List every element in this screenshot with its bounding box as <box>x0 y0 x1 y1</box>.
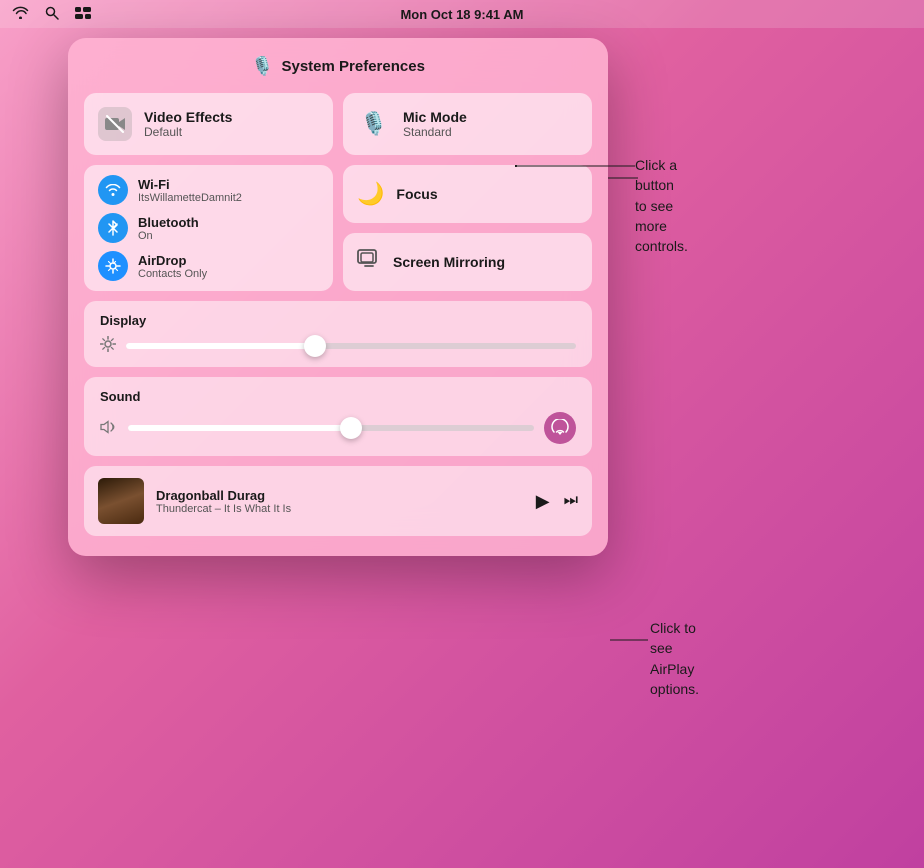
top-grid: Video Effects Default 🎙️ Mic Mode Standa… <box>84 93 592 155</box>
wifi-row[interactable]: Wi-Fi ItsWillametteDamnit2 <box>98 175 319 205</box>
brightness-low-icon <box>100 336 116 355</box>
video-effects-text: Video Effects Default <box>144 109 232 139</box>
middle-grid: Wi-Fi ItsWillametteDamnit2 Bluetooth On <box>84 165 592 291</box>
callout-2-text: Click to see AirPlay options. <box>650 618 699 699</box>
video-effects-title: Video Effects <box>144 109 232 125</box>
video-effects-tile[interactable]: Video Effects Default <box>84 93 333 155</box>
preferences-icon: 🎙️ <box>251 56 273 77</box>
airdrop-text: AirDrop Contacts Only <box>138 253 207 280</box>
wifi-title: Wi-Fi <box>138 177 242 192</box>
panel-title: System Preferences <box>281 58 424 75</box>
controlcenter-menu-icon[interactable] <box>75 6 91 22</box>
mic-mode-title: Mic Mode <box>403 109 467 125</box>
sound-section: Sound <box>84 377 592 456</box>
wifi-text: Wi-Fi ItsWillametteDamnit2 <box>138 177 242 204</box>
brightness-slider-row <box>100 336 576 355</box>
bluetooth-icon <box>98 213 128 243</box>
mic-mode-text: Mic Mode Standard <box>403 109 467 139</box>
now-playing-tile[interactable]: Dragonball Durag Thundercat – It Is What… <box>84 466 592 536</box>
mic-mode-tile[interactable]: 🎙️ Mic Mode Standard <box>343 93 592 155</box>
bluetooth-title: Bluetooth <box>138 215 199 230</box>
mic-mode-subtitle: Standard <box>403 125 467 139</box>
bluetooth-text: Bluetooth On <box>138 215 199 242</box>
sound-label: Sound <box>100 389 576 404</box>
screen-mirroring-text: Screen Mirroring <box>393 254 505 270</box>
control-center-panel: 🎙️ System Preferences Video Effects Defa… <box>68 38 608 556</box>
menubar-datetime: Mon Oct 18 9:41 AM <box>400 7 523 22</box>
focus-icon: 🌙 <box>357 181 384 207</box>
brightness-thumb[interactable] <box>304 335 326 357</box>
video-effects-subtitle: Default <box>144 125 232 139</box>
airplay-button[interactable] <box>544 412 576 444</box>
fast-forward-button[interactable]: ⏭ <box>564 492 578 510</box>
screen-mirroring-icon <box>357 249 381 275</box>
screen-mirroring-title: Screen Mirroring <box>393 254 505 270</box>
wifi-subtitle: ItsWillametteDamnit2 <box>138 192 242 204</box>
airdrop-title: AirDrop <box>138 253 207 268</box>
right-col: 🌙 Focus Screen Mirroring <box>343 165 592 291</box>
airdrop-subtitle: Contacts Only <box>138 268 207 280</box>
wifi-menu-icon[interactable] <box>12 6 29 22</box>
mic-mode-icon: 🎙️ <box>357 107 391 141</box>
airdrop-row[interactable]: AirDrop Contacts Only <box>98 251 319 281</box>
bluetooth-row[interactable]: Bluetooth On <box>98 213 319 243</box>
track-title: Dragonball Durag <box>156 488 524 503</box>
search-menu-icon[interactable] <box>45 6 59 23</box>
brightness-fill <box>126 343 315 349</box>
screen-mirroring-tile[interactable]: Screen Mirroring <box>343 233 592 291</box>
panel-header: 🎙️ System Preferences <box>84 56 592 77</box>
focus-text: Focus <box>396 186 437 202</box>
track-info: Dragonball Durag Thundercat – It Is What… <box>156 488 524 515</box>
volume-fill <box>128 425 351 431</box>
volume-thumb[interactable] <box>340 417 362 439</box>
connectivity-tile: Wi-Fi ItsWillametteDamnit2 Bluetooth On <box>84 165 333 291</box>
playback-controls: ▶ ⏭ <box>536 491 578 512</box>
track-artist: Thundercat – It Is What It Is <box>156 503 524 515</box>
album-art <box>98 478 144 524</box>
display-section: Display <box>84 301 592 367</box>
volume-icon <box>100 420 118 437</box>
airdrop-icon <box>98 251 128 281</box>
focus-tile[interactable]: 🌙 Focus <box>343 165 592 223</box>
volume-slider[interactable] <box>128 425 534 431</box>
brightness-slider[interactable] <box>126 343 576 349</box>
video-effects-icon <box>98 107 132 141</box>
callout-1-text: Click a button to see more controls. <box>635 155 688 256</box>
menu-bar: Mon Oct 18 9:41 AM <box>0 0 924 28</box>
bluetooth-subtitle: On <box>138 230 199 242</box>
display-label: Display <box>100 313 576 328</box>
volume-slider-row <box>100 412 576 444</box>
play-button[interactable]: ▶ <box>536 491 550 512</box>
wifi-icon <box>98 175 128 205</box>
focus-title: Focus <box>396 186 437 202</box>
